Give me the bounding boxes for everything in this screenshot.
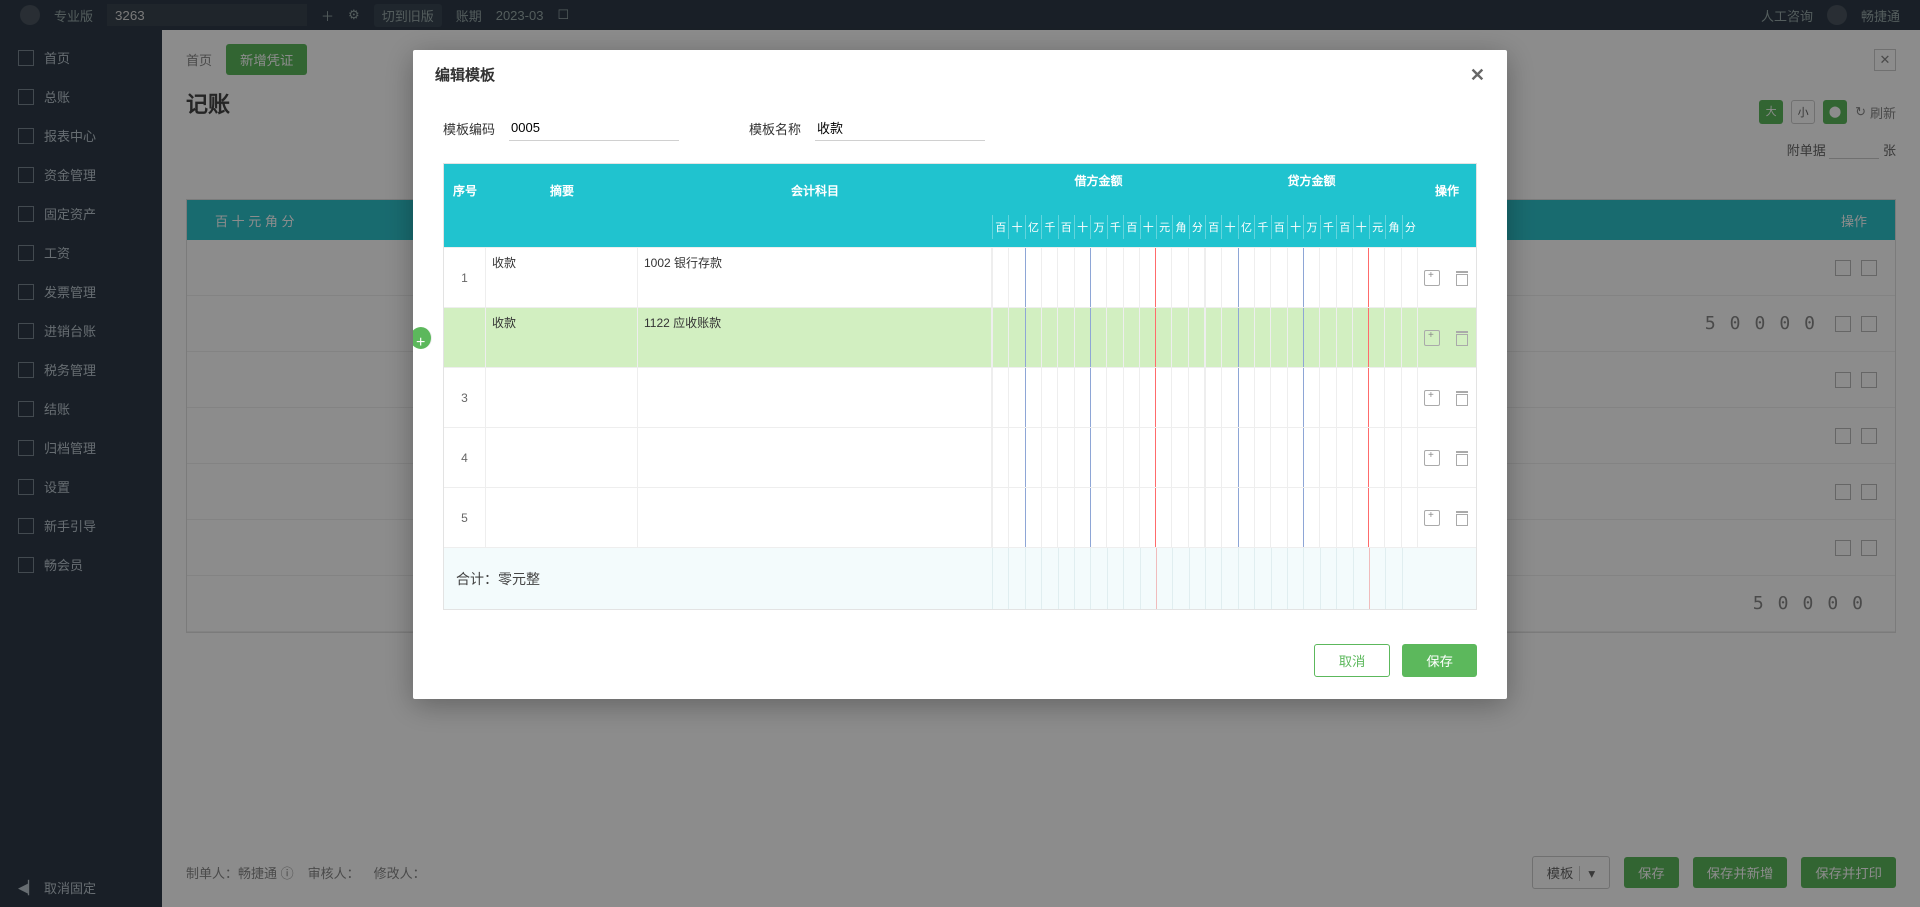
debit-cells[interactable]	[992, 488, 1205, 547]
template-row[interactable]: 4	[444, 427, 1476, 487]
save-button[interactable]: 保存	[1402, 644, 1477, 677]
credit-cells[interactable]	[1205, 308, 1418, 367]
modal-title: 编辑模板	[435, 64, 495, 85]
credit-cells[interactable]	[1205, 368, 1418, 427]
th-account: 会计科目	[638, 164, 992, 207]
row-summary[interactable]	[486, 368, 638, 427]
row-summary[interactable]: 收款	[486, 248, 638, 307]
row-summary[interactable]: 收款	[486, 308, 638, 367]
credit-cells[interactable]	[1205, 428, 1418, 487]
th-summary: 摘要	[486, 164, 638, 207]
debit-cells[interactable]	[992, 248, 1205, 307]
credit-units: 百十亿千百十万千百十元角分	[1205, 207, 1418, 247]
template-name-input[interactable]	[815, 115, 985, 141]
row-seq	[444, 308, 486, 367]
copy-row-icon[interactable]	[1424, 330, 1440, 346]
template-code-input[interactable]	[509, 115, 679, 141]
row-seq: 1	[444, 248, 486, 307]
template-row[interactable]: +收款1122 应收账款	[444, 307, 1476, 367]
credit-cells[interactable]	[1205, 488, 1418, 547]
th-op: 操作	[1418, 164, 1476, 207]
row-account[interactable]: 1122 应收账款	[638, 308, 992, 367]
close-icon[interactable]: ✕	[1470, 66, 1485, 84]
delete-row-icon[interactable]	[1454, 390, 1470, 406]
copy-row-icon[interactable]	[1424, 450, 1440, 466]
th-seq: 序号	[444, 164, 486, 207]
template-row[interactable]: 3	[444, 367, 1476, 427]
th-credit: 贷方金额	[1205, 164, 1418, 207]
row-account[interactable]	[638, 428, 992, 487]
template-name-label: 模板名称	[749, 119, 801, 138]
delete-row-icon[interactable]	[1454, 270, 1470, 286]
row-account[interactable]	[638, 488, 992, 547]
row-seq: 5	[444, 488, 486, 547]
debit-cells[interactable]	[992, 308, 1205, 367]
debit-units: 百十亿千百十万千百十元角分	[992, 207, 1205, 247]
edit-template-modal: 编辑模板 ✕ 模板编码 模板名称 序号 摘要 会计科目 借方金额	[413, 50, 1507, 699]
template-code-label: 模板编码	[443, 119, 495, 138]
row-seq: 3	[444, 368, 486, 427]
th-debit: 借方金额	[992, 164, 1205, 207]
cancel-button[interactable]: 取消	[1314, 644, 1391, 677]
row-account[interactable]: 1002 银行存款	[638, 248, 992, 307]
copy-row-icon[interactable]	[1424, 510, 1440, 526]
template-row[interactable]: 1收款1002 银行存款	[444, 247, 1476, 307]
template-row[interactable]: 5	[444, 487, 1476, 547]
debit-cells[interactable]	[992, 428, 1205, 487]
delete-row-icon[interactable]	[1454, 450, 1470, 466]
add-row-icon[interactable]: +	[413, 327, 432, 349]
delete-row-icon[interactable]	[1454, 510, 1470, 526]
total-row: 合计：零元整	[444, 547, 1476, 609]
total-label: 合计：零元整	[444, 569, 992, 589]
delete-row-icon[interactable]	[1454, 330, 1470, 346]
row-summary[interactable]	[486, 488, 638, 547]
debit-cells[interactable]	[992, 368, 1205, 427]
row-summary[interactable]	[486, 428, 638, 487]
row-account[interactable]	[638, 368, 992, 427]
modal-overlay: 编辑模板 ✕ 模板编码 模板名称 序号 摘要 会计科目 借方金额	[0, 0, 1920, 907]
template-table: 序号 摘要 会计科目 借方金额 贷方金额 操作 百十亿千百十万千百十元角分 百十…	[443, 163, 1477, 610]
row-seq: 4	[444, 428, 486, 487]
copy-row-icon[interactable]	[1424, 390, 1440, 406]
credit-cells[interactable]	[1205, 248, 1418, 307]
copy-row-icon[interactable]	[1424, 270, 1440, 286]
